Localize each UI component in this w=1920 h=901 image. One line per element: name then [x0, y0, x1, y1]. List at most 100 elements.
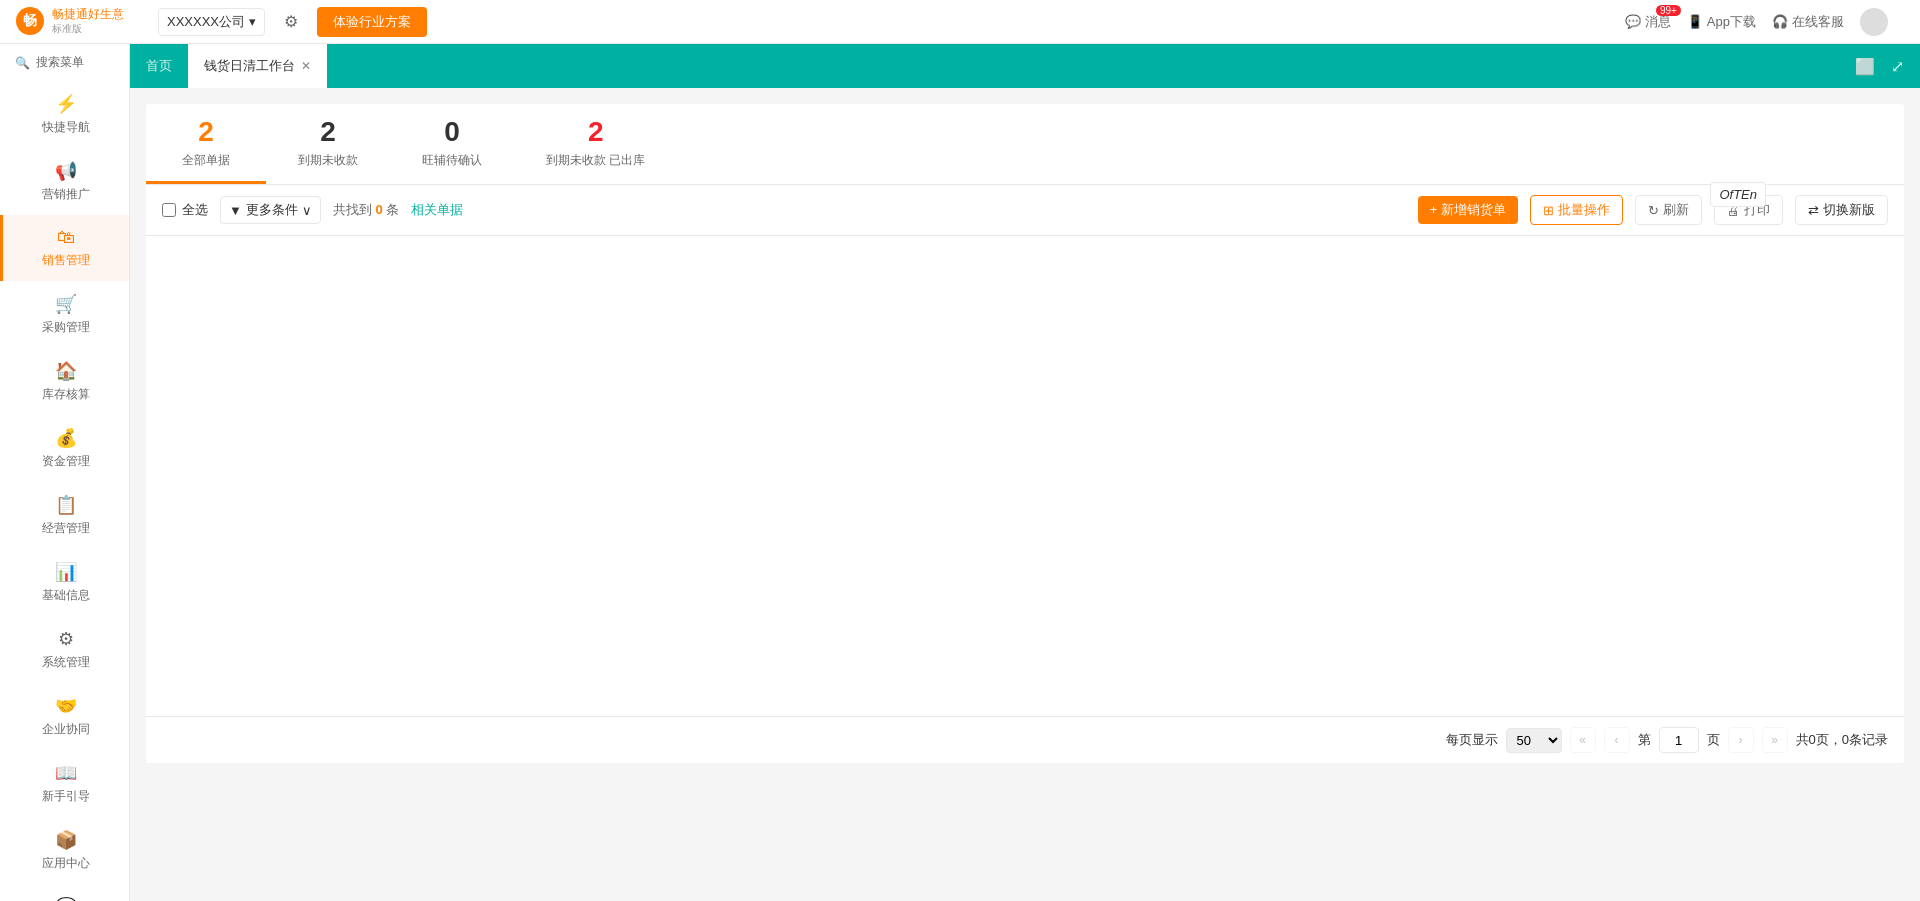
- service-icon: 🎧: [1772, 14, 1788, 29]
- sidebar-item-purchase[interactable]: 🛒 采购管理: [0, 281, 129, 348]
- often-badge: OfTEn: [1710, 182, 1766, 207]
- sidebar-item-operation[interactable]: 📋 经营管理: [0, 482, 129, 549]
- company-name: XXXXXX公司: [167, 13, 245, 31]
- app-center-icon: 📦: [55, 829, 77, 851]
- refresh-button[interactable]: ↻ 刷新: [1635, 195, 1702, 225]
- result-unit: 条: [386, 202, 399, 217]
- company-selector[interactable]: XXXXXX公司 ▾: [158, 8, 265, 36]
- toolbar: 全选 ▼ 更多条件 ∨ 共找到 0 条 相关单据 + 新增销货单 ⊞ 批量操作: [146, 185, 1904, 236]
- switch-label: 切换新版: [1823, 201, 1875, 219]
- batch-operation-button[interactable]: ⊞ 批量操作: [1530, 195, 1623, 225]
- inventory-icon: 🏠: [55, 360, 77, 382]
- tab-maximize-button[interactable]: ⤢: [1887, 53, 1908, 80]
- tab-home[interactable]: 首页: [130, 44, 188, 88]
- app-download-button[interactable]: 📱 App下载: [1687, 13, 1756, 31]
- app-icon: 📱: [1687, 14, 1703, 29]
- purchase-icon: 🛒: [55, 293, 77, 315]
- online-service-label: 在线客服: [1792, 13, 1844, 31]
- page-label-pre: 第: [1638, 731, 1651, 749]
- page-label-post: 页: [1707, 731, 1720, 749]
- result-text: 共找到 0 条: [333, 201, 399, 219]
- sidebar-item-marketing[interactable]: 📢 营销推广: [0, 148, 129, 215]
- sidebar-item-label: 企业协同: [42, 721, 90, 738]
- messages-badge: 99+: [1656, 5, 1681, 16]
- quick-nav-icon: ⚡: [55, 93, 77, 115]
- sidebar-item-inventory[interactable]: 🏠 库存核算: [0, 348, 129, 415]
- table-area: [146, 236, 1904, 716]
- last-page-button[interactable]: »: [1762, 727, 1788, 753]
- app-download-label: App下载: [1707, 13, 1756, 31]
- top-bar-right: 💬 消息 99+ 📱 App下载 🎧 在线客服: [1625, 8, 1904, 36]
- enterprise-icon: 🤝: [55, 695, 77, 717]
- tab-home-label: 首页: [146, 57, 172, 75]
- sidebar-item-app-center[interactable]: 📦 应用中心: [0, 817, 129, 884]
- sidebar-item-wechat[interactable]: 💬 企业微信: [0, 884, 129, 901]
- filter-button[interactable]: ▼ 更多条件 ∨: [220, 196, 321, 224]
- per-page-label: 每页显示: [1446, 731, 1498, 749]
- batch-label: 批量操作: [1558, 201, 1610, 219]
- stat-num-overdue-unpaid: 2: [320, 116, 336, 148]
- stat-tab-overdue-unpaid[interactable]: 2 到期未收款: [266, 104, 390, 184]
- sidebar-item-label: 基础信息: [42, 587, 90, 604]
- filter-label: 更多条件: [246, 201, 298, 219]
- sidebar-item-label: 快捷导航: [42, 119, 90, 136]
- stat-label-overdue-unpaid: 到期未收款: [298, 152, 358, 169]
- chevron-down-icon: ∨: [302, 203, 312, 218]
- tab-nav: 首页 钱货日清工作台 ✕ ⬜ ⤢: [130, 44, 1920, 88]
- next-page-button[interactable]: ›: [1728, 727, 1754, 753]
- switch-version-button[interactable]: ⇄ 切换新版: [1795, 195, 1888, 225]
- sidebar-item-label: 采购管理: [42, 319, 90, 336]
- brand-text-wrapper: 畅捷通好生意 标准版: [52, 7, 124, 35]
- online-service-button[interactable]: 🎧 在线客服: [1772, 13, 1844, 31]
- search-label: 搜索菜单: [36, 54, 84, 71]
- stats-tabs: 2 全部单据 2 到期未收款 0 旺辅待确认 2 到期未收款 已出库: [146, 104, 1904, 185]
- prev-page-button[interactable]: ‹: [1604, 727, 1630, 753]
- add-sale-button[interactable]: + 新增销货单: [1418, 196, 1518, 224]
- brand-icon: 畅: [16, 7, 44, 35]
- brand-sub: 标准版: [52, 22, 124, 36]
- total-info: 共0页，0条记录: [1796, 731, 1888, 749]
- stat-tab-overdue-shipped[interactable]: 2 到期未收款 已出库: [514, 104, 677, 184]
- tab-minimize-button[interactable]: ⬜: [1851, 53, 1879, 80]
- basic-info-icon: 📊: [55, 561, 77, 583]
- sidebar-item-enterprise[interactable]: 🤝 企业协同: [0, 683, 129, 750]
- sidebar-item-finance[interactable]: 💰 资金管理: [0, 415, 129, 482]
- stat-tab-all[interactable]: 2 全部单据: [146, 104, 266, 184]
- sidebar-item-label: 经营管理: [42, 520, 90, 537]
- settings-button[interactable]: ⚙: [277, 8, 305, 36]
- sidebar-item-system[interactable]: ⚙ 系统管理: [0, 616, 129, 683]
- messages-button[interactable]: 💬 消息 99+: [1625, 13, 1671, 31]
- message-icon: 💬: [1625, 14, 1641, 29]
- stat-num-overdue-shipped: 2: [588, 116, 604, 148]
- result-count: 0: [376, 202, 383, 217]
- content-card: 2 全部单据 2 到期未收款 0 旺辅待确认 2 到期未收款 已出库 全选: [146, 104, 1904, 763]
- stat-label-all: 全部单据: [182, 152, 230, 169]
- select-all-checkbox[interactable]: 全选: [162, 201, 208, 219]
- stat-tab-wangpu[interactable]: 0 旺辅待确认: [390, 104, 514, 184]
- tab-nav-actions: ⬜ ⤢: [1851, 53, 1920, 80]
- top-bar: 畅 畅捷通好生意 标准版 XXXXXX公司 ▾ ⚙ 体验行业方案 💬 消息 99…: [0, 0, 1920, 44]
- sidebar-item-basic-info[interactable]: 📊 基础信息: [0, 549, 129, 616]
- sidebar-item-label: 库存核算: [42, 386, 90, 403]
- tab-work[interactable]: 钱货日清工作台 ✕: [188, 44, 327, 88]
- per-page-select[interactable]: 50 20 100: [1506, 728, 1562, 753]
- select-all-input[interactable]: [162, 203, 176, 217]
- batch-icon: ⊞: [1543, 203, 1554, 218]
- avatar[interactable]: [1860, 8, 1888, 36]
- refresh-icon: ↻: [1648, 203, 1659, 218]
- search-icon: 🔍: [15, 56, 30, 70]
- operation-icon: 📋: [55, 494, 77, 516]
- wechat-icon: 💬: [55, 896, 77, 901]
- trial-button[interactable]: 体验行业方案: [317, 7, 427, 37]
- result-link[interactable]: 相关单据: [411, 201, 463, 219]
- first-page-button[interactable]: «: [1570, 727, 1596, 753]
- tab-close-icon[interactable]: ✕: [301, 59, 311, 73]
- sidebar-search[interactable]: 🔍 搜索菜单: [0, 44, 129, 81]
- sidebar-item-guide[interactable]: 📖 新手引导: [0, 750, 129, 817]
- system-icon: ⚙: [58, 628, 74, 650]
- sidebar-item-quick-nav[interactable]: ⚡ 快捷导航: [0, 81, 129, 148]
- refresh-label: 刷新: [1663, 201, 1689, 219]
- sidebar-item-sales[interactable]: 🛍 销售管理: [0, 215, 129, 281]
- sidebar-item-label: 销售管理: [42, 252, 90, 269]
- current-page-input[interactable]: [1659, 727, 1699, 753]
